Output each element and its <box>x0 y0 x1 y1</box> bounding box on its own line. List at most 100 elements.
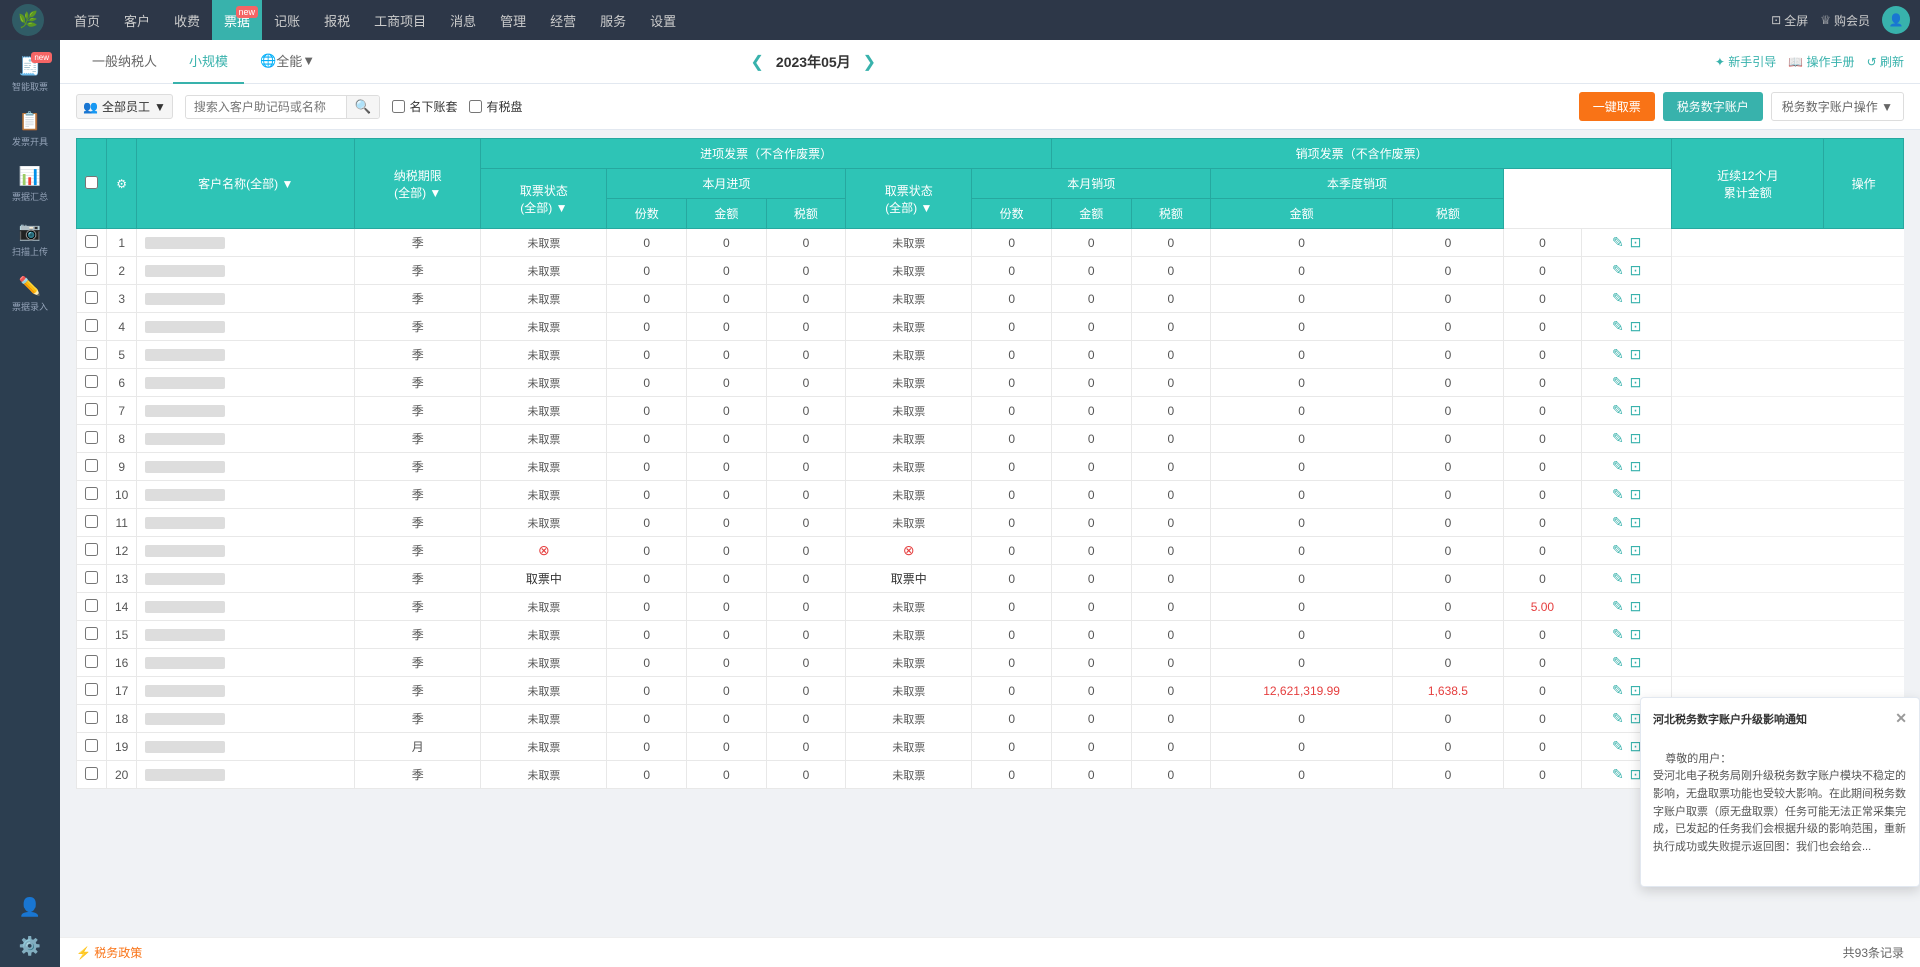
row-checkbox[interactable] <box>85 375 98 388</box>
checkbox-accounts[interactable]: 名下账套 <box>392 98 457 115</box>
accounts-checkbox[interactable] <box>392 100 405 113</box>
tab-small-scale[interactable]: 小规模 <box>173 40 244 84</box>
row-checkbox[interactable] <box>85 235 98 248</box>
row-checkbox[interactable] <box>85 711 98 724</box>
fullscreen-button[interactable]: ⊡ 全屏 <box>1771 12 1808 29</box>
row-checkbox[interactable] <box>85 431 98 444</box>
copy-icon[interactable]: ⊡ <box>1630 654 1642 671</box>
checkbox-tax-disk[interactable]: 有税盘 <box>469 98 522 115</box>
edit-icon[interactable]: ✎ <box>1612 626 1624 643</box>
copy-icon[interactable]: ⊡ <box>1630 682 1642 699</box>
row-checkbox[interactable] <box>85 571 98 584</box>
nav-billing[interactable]: 收费 <box>162 0 212 40</box>
row-checkbox[interactable] <box>85 683 98 696</box>
edit-icon[interactable]: ✎ <box>1612 234 1624 251</box>
copy-icon[interactable]: ⊡ <box>1630 486 1642 503</box>
edit-icon[interactable]: ✎ <box>1612 570 1624 587</box>
sidebar-item-smart-invoice[interactable]: 🧾 智能取票 new <box>2 48 58 101</box>
edit-icon[interactable]: ✎ <box>1612 710 1624 727</box>
row-checkbox[interactable] <box>85 487 98 500</box>
edit-icon[interactable]: ✎ <box>1612 346 1624 363</box>
nav-management[interactable]: 管理 <box>488 0 538 40</box>
copy-icon[interactable]: ⊡ <box>1630 402 1642 419</box>
tax-policy-link[interactable]: ⚡ 税务政策 <box>76 944 142 961</box>
edit-icon[interactable]: ✎ <box>1612 766 1624 783</box>
sidebar-user[interactable]: 👤 <box>2 889 58 926</box>
edit-icon[interactable]: ✎ <box>1612 682 1624 699</box>
next-month-button[interactable]: ❯ <box>863 52 876 72</box>
row-checkbox[interactable] <box>85 319 98 332</box>
nav-invoice[interactable]: 票据 new <box>212 0 262 40</box>
row-checkbox[interactable] <box>85 655 98 668</box>
search-input[interactable] <box>186 97 346 117</box>
nav-settings[interactable]: 设置 <box>638 0 688 40</box>
copy-icon[interactable]: ⊡ <box>1630 430 1642 447</box>
member-button[interactable]: ♕ 购会员 <box>1820 12 1870 29</box>
digital-account-button[interactable]: 税务数字账户 <box>1663 92 1763 121</box>
nav-customer[interactable]: 客户 <box>112 0 162 40</box>
popup-close-button[interactable]: ✕ <box>1895 710 1907 727</box>
row-checkbox[interactable] <box>85 403 98 416</box>
copy-icon[interactable]: ⊡ <box>1630 570 1642 587</box>
edit-icon[interactable]: ✎ <box>1612 598 1624 615</box>
copy-icon[interactable]: ⊡ <box>1630 626 1642 643</box>
one-click-button[interactable]: 一键取票 <box>1579 92 1655 121</box>
copy-icon[interactable]: ⊡ <box>1630 458 1642 475</box>
edit-icon[interactable]: ✎ <box>1612 458 1624 475</box>
copy-icon[interactable]: ⊡ <box>1630 318 1642 335</box>
row-checkbox[interactable] <box>85 767 98 780</box>
edit-icon[interactable]: ✎ <box>1612 514 1624 531</box>
sidebar-item-scan[interactable]: 📷 扫描上传 <box>2 213 58 266</box>
copy-icon[interactable]: ⊡ <box>1630 374 1642 391</box>
edit-icon[interactable]: ✎ <box>1612 654 1624 671</box>
row-checkbox[interactable] <box>85 543 98 556</box>
copy-icon[interactable]: ⊡ <box>1630 514 1642 531</box>
nav-service[interactable]: 服务 <box>588 0 638 40</box>
edit-icon[interactable]: ✎ <box>1612 262 1624 279</box>
employee-select[interactable]: 👥 全部员工 ▼ <box>76 94 173 119</box>
prev-month-button[interactable]: ❮ <box>751 52 764 72</box>
row-checkbox[interactable] <box>85 739 98 752</box>
sidebar-item-summary[interactable]: 📊 票据汇总 <box>2 158 58 211</box>
row-checkbox[interactable] <box>85 263 98 276</box>
copy-icon[interactable]: ⊡ <box>1630 234 1642 251</box>
refresh-button[interactable]: ↺ 刷新 <box>1867 53 1904 70</box>
row-checkbox[interactable] <box>85 291 98 304</box>
logo[interactable]: 🌿 <box>10 2 46 38</box>
sidebar-item-open-invoice[interactable]: 📋 发票开具 <box>2 103 58 156</box>
edit-icon[interactable]: ✎ <box>1612 542 1624 559</box>
tab-all[interactable]: 🌐 全能 ▼ <box>244 40 331 84</box>
copy-icon[interactable]: ⊡ <box>1630 262 1642 279</box>
row-checkbox[interactable] <box>85 515 98 528</box>
nav-tax[interactable]: 报税 <box>312 0 362 40</box>
row-checkbox[interactable] <box>85 627 98 640</box>
nav-business[interactable]: 工商项目 <box>362 0 438 40</box>
sidebar-gear[interactable]: ⚙️ <box>2 928 58 965</box>
edit-icon[interactable]: ✎ <box>1612 290 1624 307</box>
tab-general-taxpayer[interactable]: 一般纳税人 <box>76 40 173 84</box>
copy-icon[interactable]: ⊡ <box>1630 346 1642 363</box>
edit-icon[interactable]: ✎ <box>1612 486 1624 503</box>
sidebar-item-entry[interactable]: ✏️ 票据录入 <box>2 268 58 321</box>
operation-manual-link[interactable]: 📖 操作手册 <box>1788 53 1854 70</box>
row-checkbox[interactable] <box>85 347 98 360</box>
nav-home[interactable]: 首页 <box>62 0 112 40</box>
edit-icon[interactable]: ✎ <box>1612 402 1624 419</box>
copy-icon[interactable]: ⊡ <box>1630 290 1642 307</box>
tax-disk-checkbox[interactable] <box>469 100 482 113</box>
nav-operation[interactable]: 经营 <box>538 0 588 40</box>
row-checkbox[interactable] <box>85 459 98 472</box>
nav-message[interactable]: 消息 <box>438 0 488 40</box>
edit-icon[interactable]: ✎ <box>1612 318 1624 335</box>
edit-icon[interactable]: ✎ <box>1612 738 1624 755</box>
search-button[interactable]: 🔍 <box>346 96 380 118</box>
digital-account-action-button[interactable]: 税务数字账户操作 ▼ <box>1771 92 1904 121</box>
new-guide-link[interactable]: ✦ 新手引导 <box>1715 53 1776 70</box>
row-checkbox[interactable] <box>85 599 98 612</box>
select-all-checkbox[interactable] <box>85 176 98 189</box>
user-avatar[interactable]: 👤 <box>1882 6 1910 34</box>
nav-accounting[interactable]: 记账 <box>262 0 312 40</box>
copy-icon[interactable]: ⊡ <box>1630 598 1642 615</box>
edit-icon[interactable]: ✎ <box>1612 430 1624 447</box>
copy-icon[interactable]: ⊡ <box>1630 542 1642 559</box>
